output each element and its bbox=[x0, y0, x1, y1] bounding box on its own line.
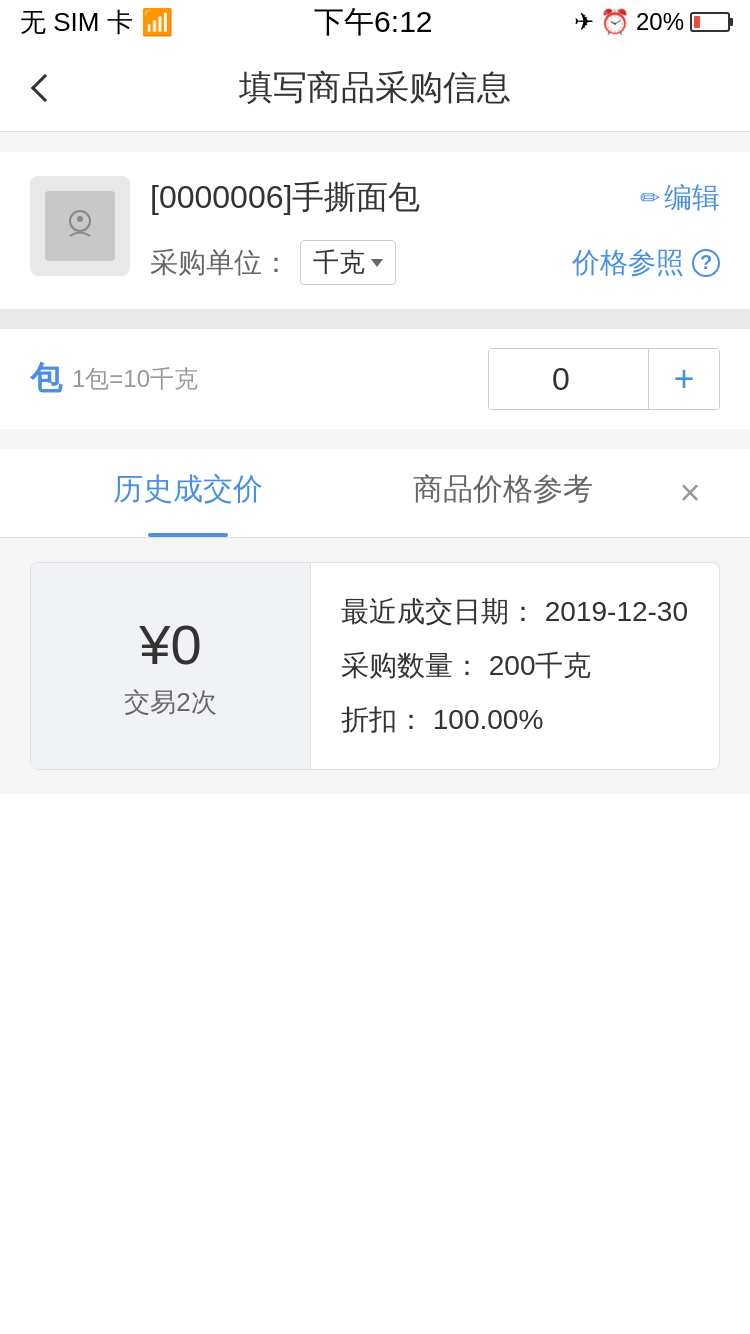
location-icon: ✈ bbox=[574, 8, 594, 36]
history-price-value: ¥0 bbox=[139, 612, 201, 677]
battery-percent: 20% bbox=[636, 8, 684, 36]
dropdown-arrow-icon bbox=[371, 259, 383, 267]
quantity-row: 包 1包=10千克 + bbox=[0, 329, 750, 429]
edit-button[interactable]: ✏ 编辑 bbox=[640, 179, 720, 217]
history-price-left: ¥0 交易2次 bbox=[31, 563, 311, 769]
quantity-label: 包 1包=10千克 bbox=[30, 357, 198, 401]
wifi-icon: 📶 bbox=[141, 7, 173, 38]
tabs-row: 历史成交价 商品价格参考 × bbox=[0, 449, 750, 537]
alarm-icon: ⏰ bbox=[600, 8, 630, 36]
unit-label: 采购单位： 千克 bbox=[150, 240, 396, 285]
back-button[interactable] bbox=[0, 44, 80, 132]
help-icon: ? bbox=[692, 249, 720, 277]
tabs-close-button[interactable]: × bbox=[660, 463, 720, 523]
package-icon: 包 bbox=[30, 357, 62, 401]
product-card: [0000006]手撕面包 ✏ 编辑 采购单位： 千克 价格参照 ? bbox=[0, 152, 750, 309]
tabs-container: 历史成交价 商品价格参考 × bbox=[0, 449, 750, 538]
tab-history-price[interactable]: 历史成交价 bbox=[30, 463, 345, 523]
product-info: [0000006]手撕面包 ✏ 编辑 采购单位： 千克 价格参照 ? bbox=[150, 176, 720, 285]
bottom-space bbox=[0, 794, 750, 1334]
quantity-input[interactable] bbox=[489, 349, 649, 409]
status-left: 无 SIM 卡 📶 bbox=[20, 5, 173, 40]
quantity-input-group: + bbox=[488, 348, 720, 410]
sim-status: 无 SIM 卡 bbox=[20, 5, 133, 40]
unit-note: 1包=10千克 bbox=[72, 363, 198, 395]
history-card: ¥0 交易2次 最近成交日期： 2019-12-30 采购数量： 200千克 折… bbox=[30, 562, 720, 770]
history-section: ¥0 交易2次 最近成交日期： 2019-12-30 采购数量： 200千克 折… bbox=[0, 538, 750, 794]
status-right: ✈ ⏰ 20% bbox=[574, 8, 730, 36]
product-image bbox=[45, 191, 115, 261]
product-thumbnail bbox=[30, 176, 130, 276]
status-time: 下午6:12 bbox=[314, 2, 432, 43]
unit-dropdown[interactable]: 千克 bbox=[300, 240, 396, 285]
history-details-right: 最近成交日期： 2019-12-30 采购数量： 200千克 折扣： 100.0… bbox=[311, 563, 719, 769]
page-title: 填写商品采购信息 bbox=[239, 65, 511, 111]
status-bar: 无 SIM 卡 📶 下午6:12 ✈ ⏰ 20% bbox=[0, 0, 750, 44]
svg-point-1 bbox=[77, 216, 83, 222]
product-name: [0000006]手撕面包 bbox=[150, 176, 420, 220]
history-date-row: 最近成交日期： 2019-12-30 bbox=[341, 593, 689, 631]
battery-icon bbox=[690, 12, 730, 32]
history-discount-row: 折扣： 100.00% bbox=[341, 701, 689, 739]
section-divider bbox=[0, 309, 750, 329]
page-header: 填写商品采购信息 bbox=[0, 44, 750, 132]
back-arrow-icon bbox=[31, 73, 59, 101]
product-name-row: [0000006]手撕面包 ✏ 编辑 bbox=[150, 176, 720, 220]
price-reference-button[interactable]: 价格参照 ? bbox=[572, 244, 720, 282]
product-unit-row: 采购单位： 千克 价格参照 ? bbox=[150, 240, 720, 285]
edit-icon: ✏ bbox=[640, 184, 660, 212]
quantity-plus-button[interactable]: + bbox=[649, 349, 719, 409]
tab-product-price-reference[interactable]: 商品价格参考 bbox=[345, 463, 660, 523]
product-row: [0000006]手撕面包 ✏ 编辑 采购单位： 千克 价格参照 ? bbox=[30, 176, 720, 285]
history-trade-times: 交易2次 bbox=[124, 685, 216, 720]
history-quantity-row: 采购数量： 200千克 bbox=[341, 647, 689, 685]
